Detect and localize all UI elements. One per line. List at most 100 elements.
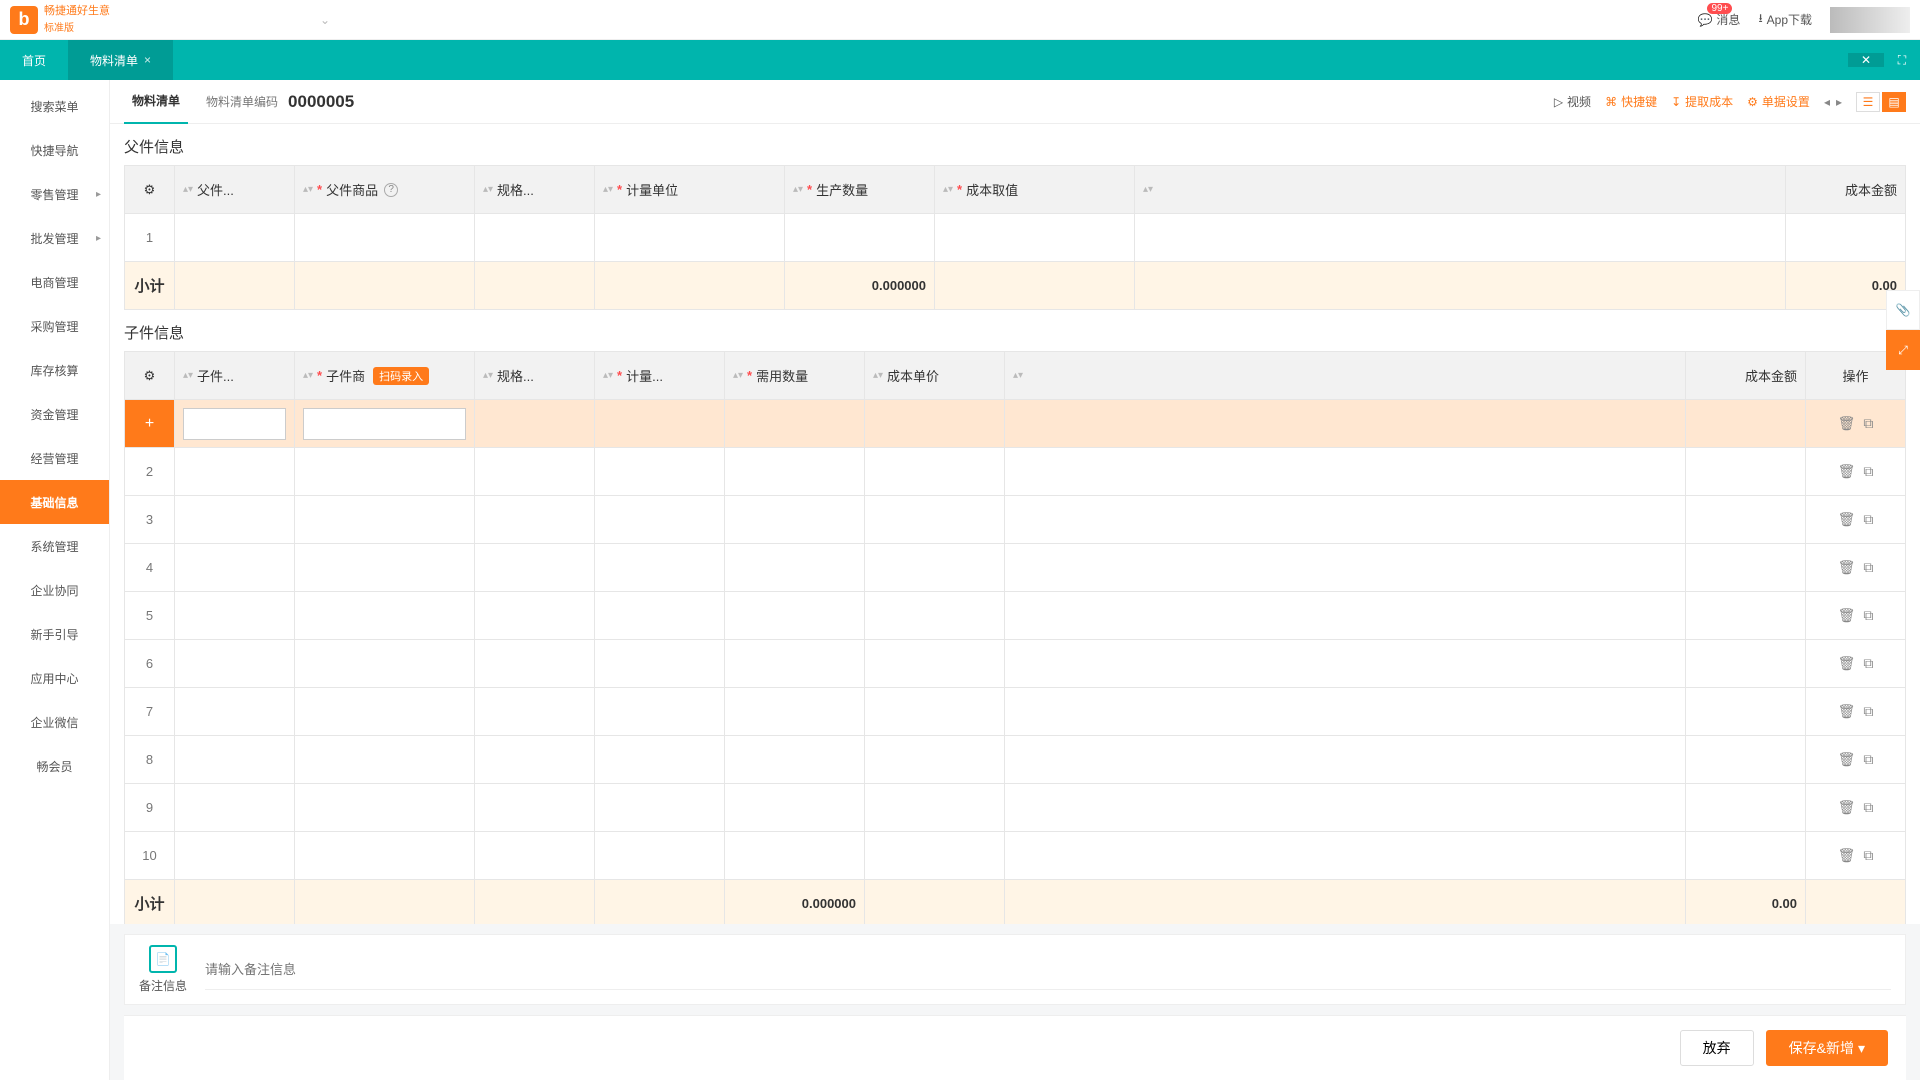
delete-icon[interactable]: 🗑 bbox=[1838, 751, 1856, 767]
table-row[interactable]: 7🗑⧉ bbox=[125, 688, 1906, 736]
save-and-new-button[interactable]: 保存&新增▾ bbox=[1766, 1030, 1888, 1066]
delete-icon[interactable]: 🗑 bbox=[1838, 415, 1856, 431]
sidebar-item-enterprise-collab[interactable]: 企业协同 bbox=[0, 568, 109, 612]
expand-button[interactable]: ⤢ bbox=[1886, 330, 1920, 370]
table-row[interactable]: 3🗑⧉ bbox=[125, 496, 1906, 544]
col-blank[interactable]: ▴▾ bbox=[1005, 352, 1686, 400]
app-download-label: App下载 bbox=[1767, 11, 1812, 28]
prev-arrow-icon[interactable]: ◂ bbox=[1824, 95, 1830, 109]
col-uom[interactable]: ▴▾*计量单位 bbox=[595, 166, 785, 214]
cell-input[interactable] bbox=[183, 408, 286, 440]
table-row[interactable]: 9🗑⧉ bbox=[125, 784, 1906, 832]
tab-home[interactable]: 首页 bbox=[0, 40, 68, 80]
sidebar-item-newbie-guide[interactable]: 新手引导 bbox=[0, 612, 109, 656]
copy-icon[interactable]: ⧉ bbox=[1863, 607, 1873, 623]
scan-badge[interactable]: 扫码录入 bbox=[373, 367, 429, 385]
sidebar-item-fund-mgmt[interactable]: 资金管理 bbox=[0, 392, 109, 436]
col-unit-cost[interactable]: ▴▾成本单价 bbox=[865, 352, 1005, 400]
sidebar-item-wechat-work[interactable]: 企业微信 bbox=[0, 700, 109, 744]
action-extract-cost[interactable]: ↧提取成本 bbox=[1671, 93, 1733, 110]
copy-icon[interactable]: ⧉ bbox=[1863, 655, 1873, 671]
required-dot: * bbox=[747, 368, 752, 383]
view-detail-button[interactable]: ▤ bbox=[1882, 92, 1906, 112]
copy-icon[interactable]: ⧉ bbox=[1863, 463, 1873, 479]
tabbar-expand-button[interactable]: ⛶ bbox=[1884, 53, 1920, 68]
sidebar-item-inventory-costing[interactable]: 库存核算 bbox=[0, 348, 109, 392]
org-picker[interactable]: ⌄ bbox=[140, 13, 330, 27]
table-row[interactable]: 10🗑⧉ bbox=[125, 832, 1906, 880]
copy-icon[interactable]: ⧉ bbox=[1863, 799, 1873, 815]
sidebar-item-app-center[interactable]: 应用中心 bbox=[0, 656, 109, 700]
tab-material-bom[interactable]: 物料清单 × bbox=[68, 40, 173, 80]
table-row[interactable]: 5 🗑 ⧉ bbox=[125, 592, 1906, 640]
sort-icon: ▴▾ bbox=[303, 372, 313, 380]
col-prod-qty[interactable]: ▴▾*生产数量 bbox=[785, 166, 935, 214]
sidebar-item-search-menu[interactable]: 搜索菜单 bbox=[0, 84, 109, 128]
copy-icon[interactable]: ⧉ bbox=[1863, 847, 1873, 863]
delete-icon[interactable]: 🗑 bbox=[1838, 511, 1856, 527]
col-spec[interactable]: ▴▾规格... bbox=[475, 166, 595, 214]
sidebar-item-basic-info[interactable]: 基础信息 bbox=[0, 480, 109, 524]
gear-column[interactable]: ⚙ bbox=[125, 166, 175, 214]
add-row-button[interactable]: + bbox=[139, 413, 161, 435]
sidebar-item-ecommerce-mgmt[interactable]: 电商管理 bbox=[0, 260, 109, 304]
col-need-qty[interactable]: ▴▾*需用数量 bbox=[725, 352, 865, 400]
action-doc-setting[interactable]: ⚙单据设置 bbox=[1747, 93, 1810, 110]
messages-link[interactable]: 💬 消息 99+ bbox=[1697, 11, 1740, 28]
col-label: 成本单价 bbox=[887, 366, 939, 385]
help-icon[interactable]: ? bbox=[384, 183, 398, 197]
table-row[interactable]: 6🗑⧉ bbox=[125, 640, 1906, 688]
delete-icon[interactable]: 🗑 bbox=[1838, 655, 1856, 671]
button-label: 保存&新增 bbox=[1789, 1038, 1854, 1058]
table-row[interactable]: 1 bbox=[125, 214, 1906, 262]
col-cost-source[interactable]: ▴▾*成本取值 bbox=[935, 166, 1135, 214]
table-row[interactable]: + 🗑 ⧉ bbox=[125, 400, 1906, 448]
col-blank[interactable]: ▴▾ bbox=[1135, 166, 1786, 214]
col-uom[interactable]: ▴▾*计量... bbox=[595, 352, 725, 400]
table-row[interactable]: 8🗑⧉ bbox=[125, 736, 1906, 784]
copy-icon[interactable]: ⧉ bbox=[1863, 415, 1873, 431]
col-cost-amount[interactable]: 成本金额 bbox=[1686, 352, 1806, 400]
close-icon[interactable]: × bbox=[144, 53, 151, 67]
discard-button[interactable]: 放弃 bbox=[1680, 1030, 1754, 1066]
delete-icon[interactable]: 🗑 bbox=[1838, 799, 1856, 815]
sidebar-item-operations-mgmt[interactable]: 经营管理 bbox=[0, 436, 109, 480]
delete-icon[interactable]: 🗑 bbox=[1838, 559, 1856, 575]
sidebar-item-purchase-mgmt[interactable]: 采购管理 bbox=[0, 304, 109, 348]
view-list-button[interactable]: ☰ bbox=[1856, 92, 1880, 112]
delete-icon[interactable]: 🗑 bbox=[1838, 703, 1856, 719]
col-parent-product[interactable]: ▴▾*父件商品? bbox=[295, 166, 475, 214]
copy-icon[interactable]: ⧉ bbox=[1863, 511, 1873, 527]
next-arrow-icon[interactable]: ▸ bbox=[1836, 95, 1842, 109]
col-spec[interactable]: ▴▾规格... bbox=[475, 352, 595, 400]
row-index: 5 bbox=[125, 592, 175, 640]
copy-icon[interactable]: ⧉ bbox=[1863, 751, 1873, 767]
copy-icon[interactable]: ⧉ bbox=[1863, 559, 1873, 575]
col-cost-amount[interactable]: 成本金额 bbox=[1786, 166, 1906, 214]
sidebar-item-retail-mgmt[interactable]: 零售管理 bbox=[0, 172, 109, 216]
doc-tab-bom[interactable]: 物料清单 bbox=[124, 80, 188, 124]
sidebar-item-quick-nav[interactable]: 快捷导航 bbox=[0, 128, 109, 172]
table-row[interactable]: 4🗑⧉ bbox=[125, 544, 1906, 592]
row-index: 2 bbox=[125, 448, 175, 496]
sidebar-item-member[interactable]: 畅会员 bbox=[0, 744, 109, 788]
remarks-input[interactable] bbox=[205, 950, 1891, 990]
table-row[interactable]: 2 🗑 ⧉ bbox=[125, 448, 1906, 496]
sidebar-item-system-mgmt[interactable]: 系统管理 bbox=[0, 524, 109, 568]
delete-icon[interactable]: 🗑 bbox=[1838, 463, 1856, 479]
gear-column[interactable]: ⚙ bbox=[125, 352, 175, 400]
copy-icon[interactable]: ⧉ bbox=[1863, 703, 1873, 719]
app-download-link[interactable]: ⭳ App下载 bbox=[1758, 9, 1812, 30]
attachment-button[interactable]: 📎 bbox=[1886, 290, 1920, 330]
delete-icon[interactable]: 🗑 bbox=[1838, 607, 1856, 623]
action-shortcut[interactable]: ⌘快捷键 bbox=[1605, 93, 1657, 110]
col-child-product[interactable]: ▴▾*子件商扫码录入 bbox=[295, 352, 475, 400]
tabbar-close-button[interactable]: ✕ bbox=[1848, 53, 1884, 67]
avatar[interactable] bbox=[1830, 7, 1910, 33]
sidebar-item-wholesale-mgmt[interactable]: 批发管理 bbox=[0, 216, 109, 260]
delete-icon[interactable]: 🗑 bbox=[1838, 847, 1856, 863]
col-child-code[interactable]: ▴▾子件... bbox=[175, 352, 295, 400]
cell-input[interactable] bbox=[303, 408, 466, 440]
col-parent-code[interactable]: ▴▾父件... bbox=[175, 166, 295, 214]
action-video[interactable]: ▷视频 bbox=[1554, 93, 1591, 110]
